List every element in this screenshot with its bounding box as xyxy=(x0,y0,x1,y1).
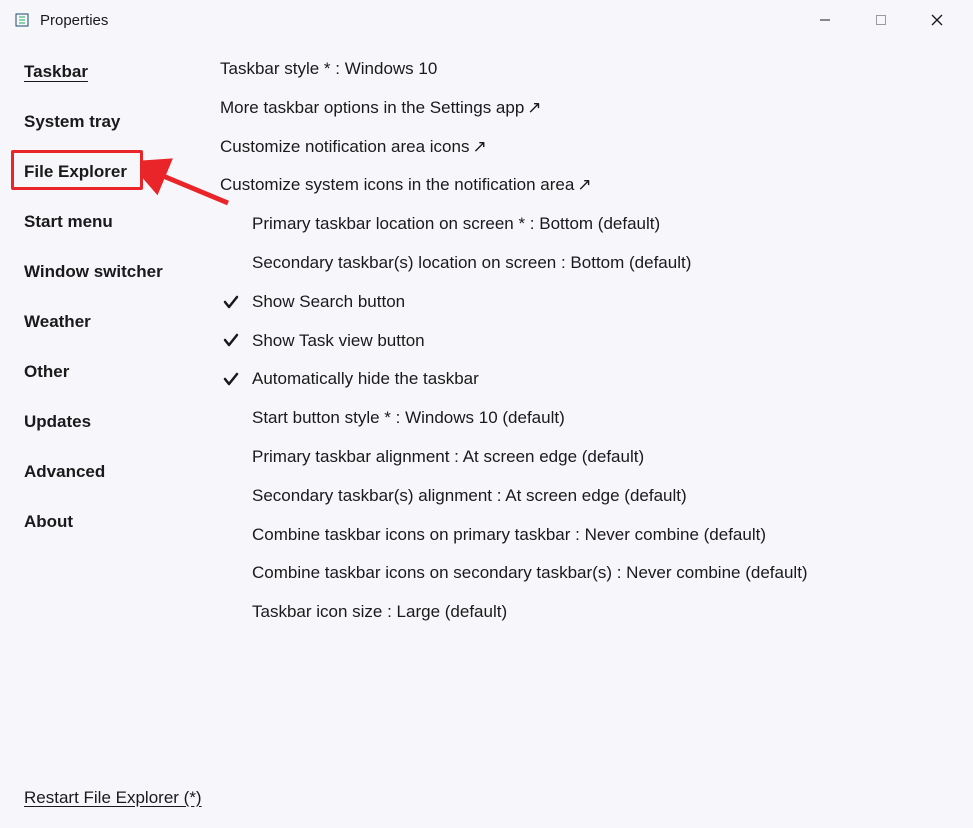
external-link-icon: ↗ xyxy=(577,173,591,197)
setting-label: Combine taskbar icons on primary taskbar… xyxy=(252,523,766,547)
sidebar-item-file-explorer[interactable]: File Explorer xyxy=(24,162,127,182)
setting-row[interactable]: Customize system icons in the notificati… xyxy=(220,173,949,197)
setting-label: Taskbar icon size : Large (default) xyxy=(252,600,507,624)
setting-row[interactable]: Start button style * : Windows 10 (defau… xyxy=(220,406,949,430)
setting-row[interactable]: Automatically hide the taskbar xyxy=(220,367,949,391)
titlebar: Properties xyxy=(0,0,973,40)
sidebar-item-system-tray[interactable]: System tray xyxy=(24,112,120,132)
setting-label: More taskbar options in the Settings app xyxy=(220,96,524,120)
setting-row[interactable]: Taskbar style * : Windows 10 xyxy=(220,57,949,81)
setting-label: Primary taskbar alignment : At screen ed… xyxy=(252,445,644,469)
setting-row[interactable]: Show Search button xyxy=(220,290,949,314)
checkmark-icon xyxy=(220,331,242,349)
sidebar-item-about[interactable]: About xyxy=(24,512,73,532)
setting-label: Show Search button xyxy=(252,290,405,314)
sidebar: Taskbar System tray File Explorer Start men… xyxy=(0,40,210,828)
setting-row[interactable]: Taskbar icon size : Large (default) xyxy=(220,600,949,624)
setting-label: Primary taskbar location on screen * : B… xyxy=(252,212,660,236)
setting-row[interactable]: Combine taskbar icons on primary taskbar… xyxy=(220,523,949,547)
checkmark-icon xyxy=(220,370,242,388)
setting-label: Start button style * : Windows 10 (defau… xyxy=(252,406,565,430)
external-link-icon: ↗ xyxy=(527,96,541,120)
setting-label: Combine taskbar icons on secondary taskb… xyxy=(252,561,808,585)
setting-row[interactable]: Show Task view button xyxy=(220,329,949,353)
sidebar-item-updates[interactable]: Updates xyxy=(24,412,91,432)
setting-row[interactable]: More taskbar options in the Settings app… xyxy=(220,96,949,120)
setting-label: Secondary taskbar(s) location on screen … xyxy=(252,251,691,275)
window-controls xyxy=(797,0,965,40)
setting-row[interactable]: Primary taskbar location on screen * : B… xyxy=(220,212,949,236)
sidebar-item-taskbar[interactable]: Taskbar xyxy=(24,62,88,82)
setting-label: Customize system icons in the notificati… xyxy=(220,173,574,197)
external-link-icon: ↗ xyxy=(472,135,486,159)
window-title: Properties xyxy=(40,12,797,29)
close-button[interactable] xyxy=(909,0,965,40)
restart-file-explorer-link[interactable]: Restart File Explorer (*) xyxy=(24,788,202,808)
minimize-button[interactable] xyxy=(797,0,853,40)
maximize-button[interactable] xyxy=(853,0,909,40)
checkmark-icon xyxy=(220,293,242,311)
sidebar-item-advanced[interactable]: Advanced xyxy=(24,462,105,482)
setting-label: Automatically hide the taskbar xyxy=(252,367,479,391)
setting-row[interactable]: Secondary taskbar(s) alignment : At scre… xyxy=(220,484,949,508)
setting-label: Show Task view button xyxy=(252,329,425,353)
setting-row[interactable]: Secondary taskbar(s) location on screen … xyxy=(220,251,949,275)
setting-label: Secondary taskbar(s) alignment : At scre… xyxy=(252,484,687,508)
sidebar-item-other[interactable]: Other xyxy=(24,362,69,382)
sidebar-item-start-menu[interactable]: Start menu xyxy=(24,212,113,232)
setting-row[interactable]: Customize notification area icons ↗ xyxy=(220,135,949,159)
setting-row[interactable]: Primary taskbar alignment : At screen ed… xyxy=(220,445,949,469)
setting-row[interactable]: Combine taskbar icons on secondary taskb… xyxy=(220,561,949,585)
sidebar-item-weather[interactable]: Weather xyxy=(24,312,91,332)
content-panel: Taskbar style * : Windows 10 More taskbar… xyxy=(210,40,973,828)
app-icon xyxy=(14,12,30,28)
setting-label: Customize notification area icons xyxy=(220,135,469,159)
sidebar-item-window-switcher[interactable]: Window switcher xyxy=(24,262,163,282)
setting-label: Taskbar style * : Windows 10 xyxy=(220,57,437,81)
